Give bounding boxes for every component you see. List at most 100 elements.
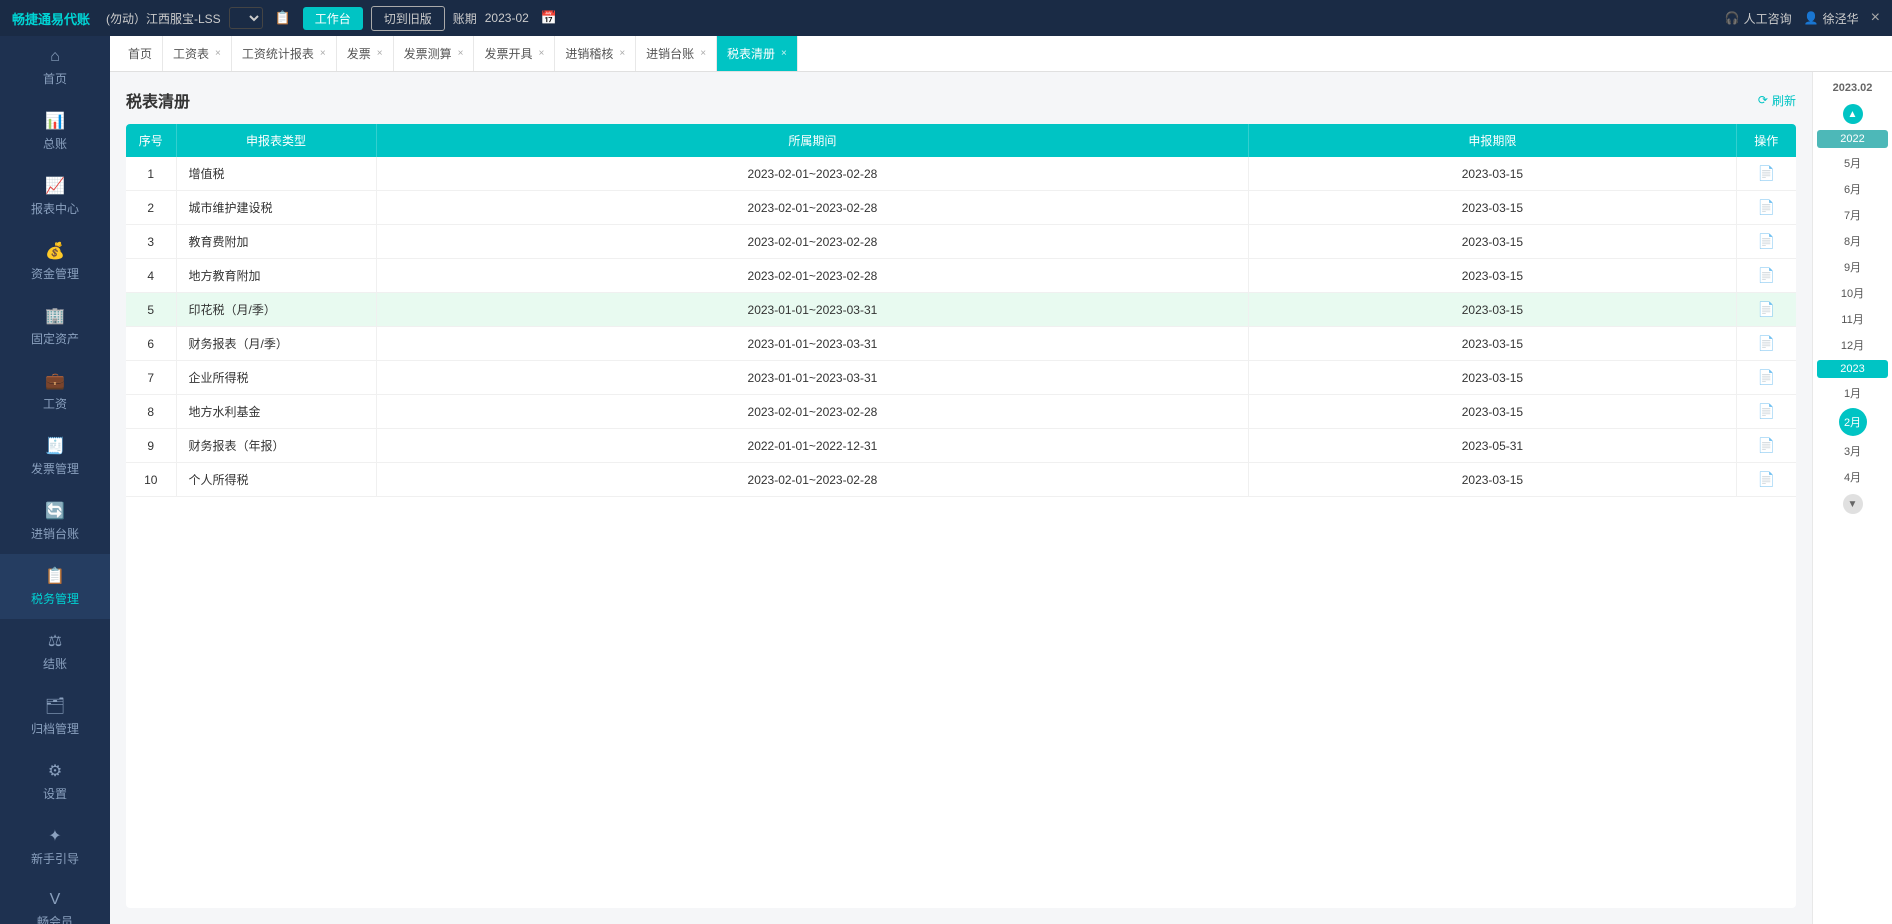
tax-mgmt-icon: 📋 [45, 566, 65, 586]
reports-icon: 📈 [45, 176, 65, 196]
table-row: 2城市维护建设税2023-02-01~2023-02-282023-03-15📄 [126, 191, 1796, 225]
tab-invoice-verify[interactable]: 发票测算× [394, 36, 475, 72]
sidebar-item-ledger[interactable]: 📊总账 [0, 99, 110, 164]
ai-consult-btn[interactable]: 🎧 人工咨询 [1725, 10, 1792, 27]
tab-tax-list[interactable]: 税表清册× [717, 36, 798, 72]
tab-close-invoice-verify[interactable]: × [458, 48, 464, 59]
table-wrapper: 序号申报表类型所属期间申报期限操作1增值税2023-02-01~2023-02-… [126, 124, 1796, 908]
workbench-button[interactable]: 工作台 [303, 7, 363, 30]
date-collapse-btn[interactable]: ▼ [1843, 494, 1863, 514]
tab-close-invoice-open[interactable]: × [538, 48, 544, 59]
tab-salary-table[interactable]: 工资表× [163, 36, 232, 72]
reconcile-icon: ⚖ [48, 631, 62, 651]
table-row: 8地方水利基金2023-02-01~2023-02-282023-03-15📄 [126, 395, 1796, 429]
date-panel-header: 2023.02 [1813, 76, 1892, 100]
month-2023-2月[interactable]: 2月 [1839, 408, 1867, 436]
salary-icon: 💼 [45, 371, 65, 391]
table-row: 6财务报表（月/季）2023-01-01~2023-03-312023-03-1… [126, 327, 1796, 361]
top-bar: 畅捷通易代账 (勿动）江西服宝-LSS 📋 工作台 切到旧版 账期 2023-0… [0, 0, 1892, 36]
top-bar-right: 🎧 人工咨询 👤 徐泾华 × [1725, 9, 1880, 27]
date-nav-up[interactable]: ▲ [1843, 104, 1863, 124]
sidebar-item-vip[interactable]: V畅会员 [0, 879, 110, 924]
sidebar-item-home[interactable]: ⌂首页 [0, 36, 110, 99]
page-content: 税表清册 ⟳ 刷新 序号申报表类型所属期间申报期限操作1增值税2023-02-0… [110, 72, 1892, 924]
tab-close-purchase-verify[interactable]: × [619, 48, 625, 59]
sidebar-item-settings[interactable]: ⚙设置 [0, 749, 110, 814]
tab-invoice-open[interactable]: 发票开具× [474, 36, 555, 72]
tax-table: 序号申报表类型所属期间申报期限操作1增值税2023-02-01~2023-02-… [126, 124, 1796, 497]
month-2023-4月[interactable]: 4月 [1813, 464, 1892, 490]
refresh-button[interactable]: ⟳ 刷新 [1758, 92, 1796, 109]
action-icon-8[interactable]: 📄 [1758, 403, 1775, 419]
page-title: 税表清册 [126, 88, 190, 112]
col-申报期限: 申报期限 [1249, 124, 1736, 157]
switch-old-button[interactable]: 切到旧版 [371, 6, 445, 31]
invoice-mgmt-icon: 🧾 [45, 436, 65, 456]
action-icon-2[interactable]: 📄 [1758, 199, 1775, 215]
user-profile[interactable]: 👤 徐泾华 [1804, 10, 1859, 27]
month-2022-10月[interactable]: 10月 [1813, 280, 1892, 306]
close-button[interactable]: × [1871, 9, 1880, 27]
sidebar-item-archives[interactable]: 🗂归档管理 [0, 684, 110, 749]
year-2022[interactable]: 2022 [1817, 130, 1888, 148]
month-2022-11月[interactable]: 11月 [1813, 306, 1892, 332]
new-guide-icon: ✦ [48, 826, 61, 846]
table-row: 1增值税2023-02-01~2023-02-282023-03-15📄 [126, 157, 1796, 191]
action-icon-10[interactable]: 📄 [1758, 471, 1775, 487]
tab-salary-stats[interactable]: 工资统计报表× [232, 36, 337, 72]
headset-icon: 🎧 [1725, 11, 1740, 25]
sidebar-item-new-guide[interactable]: ✦新手引导 [0, 814, 110, 879]
copy-icon[interactable]: 📋 [271, 6, 295, 30]
month-2023-3月[interactable]: 3月 [1813, 438, 1892, 464]
ledger-icon: 📊 [45, 111, 65, 131]
page-main: 税表清册 ⟳ 刷新 序号申报表类型所属期间申报期限操作1增值税2023-02-0… [110, 72, 1812, 924]
sidebar-item-reconcile[interactable]: ⚖结账 [0, 619, 110, 684]
tab-bar: 首页工资表×工资统计报表×发票×发票测算×发票开具×进销稽核×进销台账×税表清册… [110, 36, 1892, 72]
sidebar-item-reports[interactable]: 📈报表中心 [0, 164, 110, 229]
company-name: (勿动）江西服宝-LSS [106, 10, 221, 27]
month-2022-12月[interactable]: 12月 [1813, 332, 1892, 358]
company-dropdown[interactable] [229, 7, 263, 29]
action-icon-9[interactable]: 📄 [1758, 437, 1775, 453]
tab-invoice[interactable]: 发票× [337, 36, 394, 72]
tab-close-salary-table[interactable]: × [215, 48, 221, 59]
sidebar-item-invoice-mgmt[interactable]: 🧾发票管理 [0, 424, 110, 489]
settings-icon: ⚙ [48, 761, 62, 781]
year-2023[interactable]: 2023 [1817, 360, 1888, 378]
action-icon-4[interactable]: 📄 [1758, 267, 1775, 283]
month-2022-7月[interactable]: 7月 [1813, 202, 1892, 228]
period-value: 2023-02 [485, 11, 529, 25]
tab-purchase-ledger[interactable]: 进销台账× [636, 36, 717, 72]
sidebar-item-fixed-assets[interactable]: 🏢固定资产 [0, 294, 110, 359]
tab-home[interactable]: 首页 [118, 36, 163, 72]
tab-close-tax-list[interactable]: × [781, 48, 787, 59]
tab-close-invoice[interactable]: × [377, 48, 383, 59]
tab-close-purchase-ledger[interactable]: × [700, 48, 706, 59]
calendar-icon[interactable]: 📅 [537, 6, 561, 30]
month-2022-5月[interactable]: 5月 [1813, 150, 1892, 176]
action-icon-5[interactable]: 📄 [1758, 301, 1775, 317]
sidebar-item-funds[interactable]: 💰资金管理 [0, 229, 110, 294]
month-2022-6月[interactable]: 6月 [1813, 176, 1892, 202]
sidebar: ⌂首页📊总账📈报表中心💰资金管理🏢固定资产💼工资🧾发票管理🔄进销台账📋税务管理⚖… [0, 36, 110, 924]
page-header: 税表清册 ⟳ 刷新 [126, 88, 1796, 112]
col-操作: 操作 [1736, 124, 1796, 157]
month-2022-9月[interactable]: 9月 [1813, 254, 1892, 280]
month-2023-1月[interactable]: 1月 [1813, 380, 1892, 406]
col-所属期间: 所属期间 [376, 124, 1249, 157]
month-2022-8月[interactable]: 8月 [1813, 228, 1892, 254]
tab-close-salary-stats[interactable]: × [320, 48, 326, 59]
action-icon-7[interactable]: 📄 [1758, 369, 1775, 385]
app-logo: 畅捷通易代账 [12, 9, 90, 28]
funds-icon: 💰 [45, 241, 65, 261]
archives-icon: 🗂 [45, 696, 65, 716]
sidebar-item-salary[interactable]: 💼工资 [0, 359, 110, 424]
sidebar-item-tax-mgmt[interactable]: 📋税务管理 [0, 554, 110, 619]
action-icon-6[interactable]: 📄 [1758, 335, 1775, 351]
action-icon-3[interactable]: 📄 [1758, 233, 1775, 249]
action-icon-1[interactable]: 📄 [1758, 165, 1775, 181]
col-序号: 序号 [126, 124, 176, 157]
sidebar-item-purchase-sales[interactable]: 🔄进销台账 [0, 489, 110, 554]
table-row: 4地方教育附加2023-02-01~2023-02-282023-03-15📄 [126, 259, 1796, 293]
tab-purchase-verify[interactable]: 进销稽核× [555, 36, 636, 72]
